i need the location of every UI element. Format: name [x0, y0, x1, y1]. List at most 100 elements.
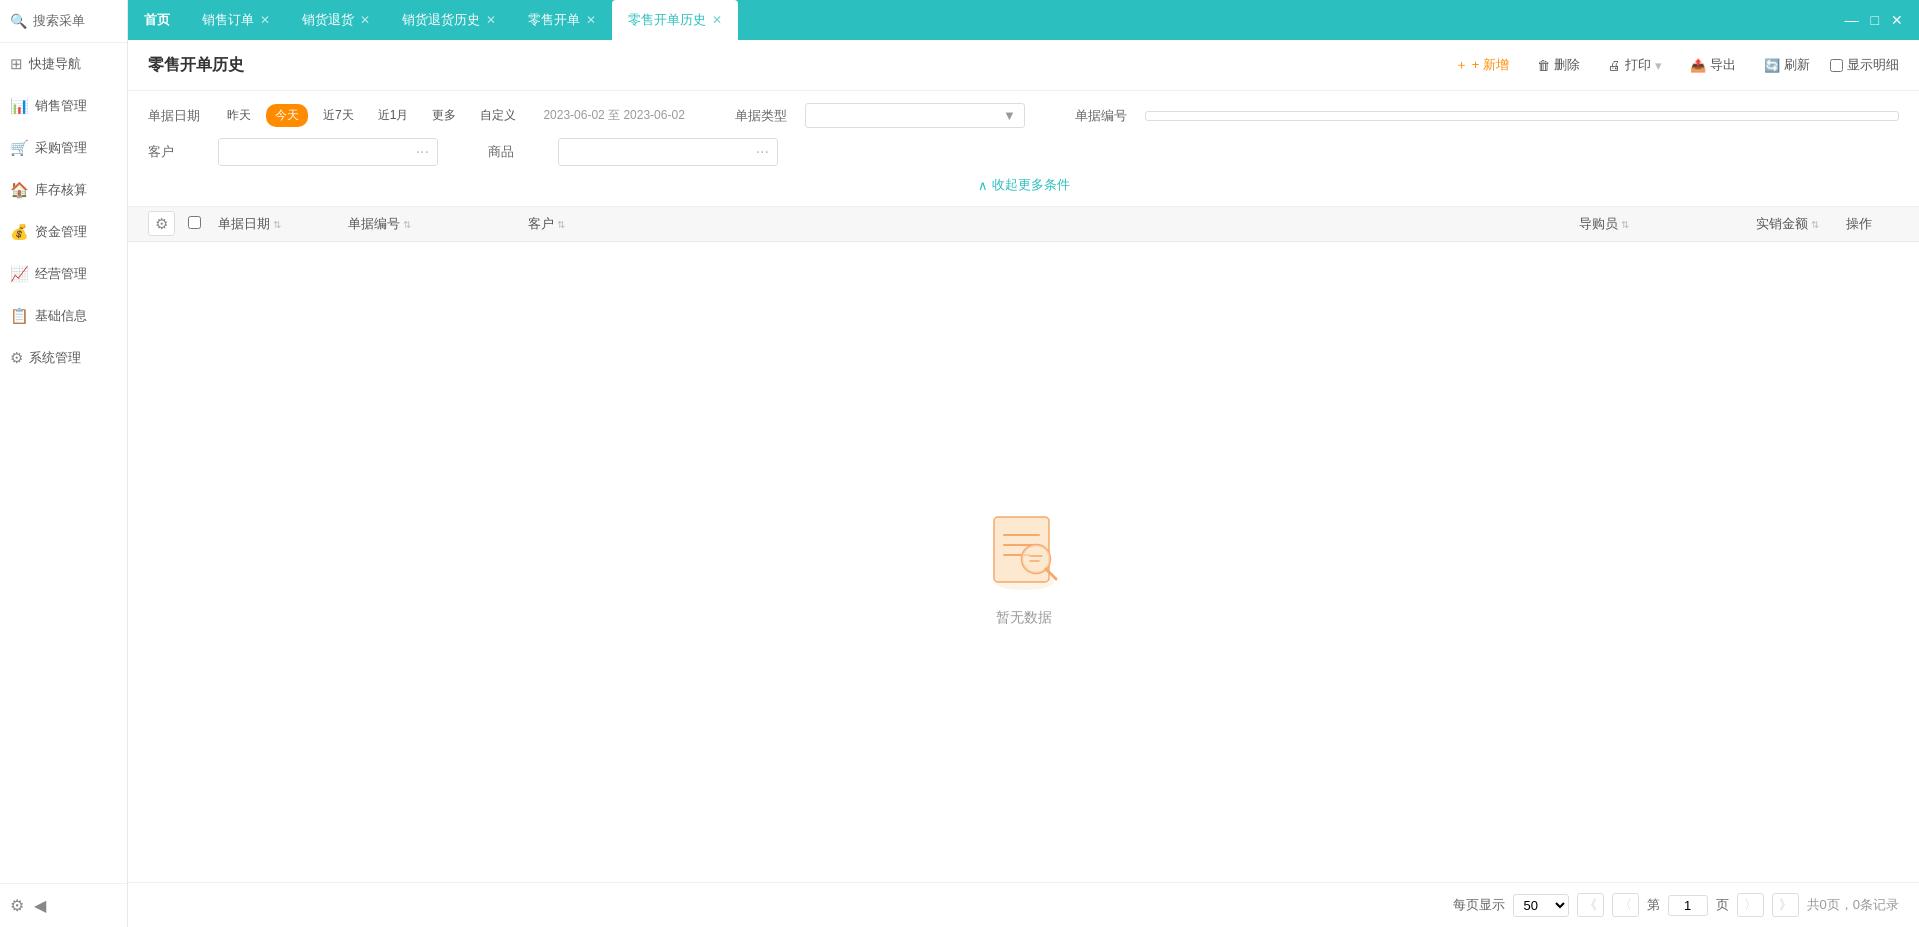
sidebar-item-label: 采购管理	[35, 139, 87, 157]
date-range-display: 2023-06-02 至 2023-06-02	[543, 107, 684, 124]
table-settings-col: ⚙	[148, 215, 188, 233]
date-btn-7days[interactable]: 近7天	[314, 104, 363, 127]
date-btn-more[interactable]: 更多	[423, 104, 465, 127]
search-icon: 🔍	[10, 13, 27, 29]
table-header: ⚙ 单据日期 ⇅ 单据编号 ⇅ 客户 ⇅ 导购员	[128, 207, 1919, 242]
tab-retail-open-close[interactable]: ✕	[586, 13, 596, 27]
tab-sales-order[interactable]: 销售订单 ✕	[186, 0, 286, 40]
page-number-input[interactable]	[1668, 895, 1708, 916]
table-body: 暂无数据	[128, 242, 1919, 882]
tab-home-label: 首页	[144, 11, 170, 29]
type-filter-select[interactable]: ▼	[805, 103, 1025, 128]
page-title: 零售开单历史	[148, 55, 244, 76]
col-header-customer[interactable]: 客户 ⇅	[528, 215, 1579, 233]
sidebar-collapse-btn[interactable]: ◀	[34, 896, 46, 915]
select-all-checkbox[interactable]	[188, 216, 201, 229]
sidebar-item-label: 基础信息	[35, 307, 87, 325]
page-prefix-label: 第	[1647, 896, 1660, 914]
customer-filter-input[interactable]: ···	[218, 138, 438, 166]
table-settings-btn[interactable]: ⚙	[148, 211, 175, 236]
tab-retail-open-history-label: 零售开单历史	[628, 11, 706, 29]
finance-icon: 💰	[10, 223, 29, 241]
content-area: 零售开单历史 ＋ + 新增 🗑 删除 🖨 打印 ▾ 📤 导出	[128, 40, 1919, 927]
sidebar-item-quick-nav[interactable]: ⊞ 快捷导航	[0, 43, 127, 85]
date-btn-1month[interactable]: 近1月	[369, 104, 418, 127]
col-header-date[interactable]: 单据日期 ⇅	[218, 215, 348, 233]
type-filter-label: 单据类型	[735, 107, 795, 125]
customer-dots-btn[interactable]: ···	[416, 143, 429, 161]
system-mgmt-icon: ⚙	[10, 349, 23, 367]
last-page-btn[interactable]: 》	[1772, 893, 1799, 917]
purchase-mgmt-icon: 🛒	[10, 139, 29, 157]
date-btn-today[interactable]: 今天	[266, 104, 308, 127]
tab-sales-order-label: 销售订单	[202, 11, 254, 29]
restore-btn[interactable]: □	[1871, 12, 1879, 28]
prev-page-btn[interactable]: 〈	[1612, 893, 1639, 917]
quick-nav-icon: ⊞	[10, 55, 23, 73]
goods-filter-input[interactable]: ···	[558, 138, 778, 166]
sidebar-item-base-info[interactable]: 📋 基础信息	[0, 295, 127, 337]
date-filter-label: 单据日期	[148, 107, 208, 125]
col-header-amount[interactable]: 实销金额 ⇅	[1699, 215, 1819, 233]
sidebar-item-purchase-mgmt[interactable]: 🛒 采购管理	[0, 127, 127, 169]
page-suffix-label: 页	[1716, 896, 1729, 914]
refresh-button[interactable]: 🔄 刷新	[1756, 52, 1818, 78]
sidebar-item-inventory[interactable]: 🏠 库存核算	[0, 169, 127, 211]
col-date-label: 单据日期	[218, 215, 270, 233]
col-ops-label: 操作	[1846, 216, 1872, 231]
sidebar-item-label: 库存核算	[35, 181, 87, 199]
filter-area: 单据日期 昨天 今天 近7天 近1月 更多 自定义 2023-06-02 至 2…	[128, 91, 1919, 207]
col-salesperson-sort: ⇅	[1621, 219, 1629, 230]
delete-button[interactable]: 🗑 删除	[1529, 52, 1588, 78]
tab-sales-order-close[interactable]: ✕	[260, 13, 270, 27]
collapse-icon: ∧	[978, 178, 988, 193]
sidebar-item-system-mgmt[interactable]: ⚙ 系统管理	[0, 337, 127, 379]
sales-mgmt-icon: 📊	[10, 97, 29, 115]
tab-sales-return[interactable]: 销货退货 ✕	[286, 0, 386, 40]
sidebar-item-sales-mgmt[interactable]: 📊 销售管理	[0, 85, 127, 127]
date-btn-custom[interactable]: 自定义	[471, 104, 525, 127]
date-btn-yesterday[interactable]: 昨天	[218, 104, 260, 127]
type-filter-arrow: ▼	[1003, 108, 1016, 123]
doc-no-filter-input[interactable]	[1145, 111, 1899, 121]
show-detail-input[interactable]	[1830, 59, 1843, 72]
collapse-label: 收起更多条件	[992, 176, 1070, 194]
tab-sales-return-history[interactable]: 销货退货历史 ✕	[386, 0, 512, 40]
show-detail-checkbox[interactable]: 显示明细	[1830, 56, 1899, 74]
tab-sales-return-history-label: 销货退货历史	[402, 11, 480, 29]
close-btn[interactable]: ✕	[1891, 12, 1903, 28]
next-page-btn[interactable]: 〉	[1737, 893, 1764, 917]
table-select-all-col	[188, 216, 218, 232]
tab-home[interactable]: 首页	[128, 0, 186, 40]
print-label: 打印	[1625, 56, 1651, 74]
print-arrow: ▾	[1655, 58, 1662, 73]
export-label: 导出	[1710, 56, 1736, 74]
sidebar-item-finance[interactable]: 💰 资金管理	[0, 211, 127, 253]
sidebar-item-operations[interactable]: 📈 经营管理	[0, 253, 127, 295]
col-header-ops: 操作	[1819, 215, 1899, 233]
tab-sales-return-history-close[interactable]: ✕	[486, 13, 496, 27]
total-info: 共0页，0条记录	[1807, 896, 1899, 914]
show-detail-label: 显示明细	[1847, 56, 1899, 74]
per-page-select[interactable]: 50 20 100 200	[1513, 894, 1569, 917]
col-header-salesperson[interactable]: 导购员 ⇅	[1579, 215, 1699, 233]
filter-row-2: 客户 ··· 商品 ···	[148, 138, 1899, 166]
col-header-no[interactable]: 单据编号 ⇅	[348, 215, 528, 233]
tab-retail-open-history[interactable]: 零售开单历史 ✕	[612, 0, 738, 40]
print-button[interactable]: 🖨 打印 ▾	[1600, 52, 1670, 78]
filter-collapse-btn[interactable]: ∧ 收起更多条件	[148, 176, 1899, 194]
tab-retail-open-history-close[interactable]: ✕	[712, 13, 722, 27]
first-page-btn[interactable]: 《	[1577, 893, 1604, 917]
print-icon: 🖨	[1608, 58, 1621, 73]
export-button[interactable]: 📤 导出	[1682, 52, 1744, 78]
minimize-btn[interactable]: —	[1845, 12, 1859, 28]
add-button[interactable]: ＋ + 新增	[1447, 52, 1517, 78]
col-salesperson-label: 导购员	[1579, 215, 1618, 233]
tab-sales-return-close[interactable]: ✕	[360, 13, 370, 27]
tab-retail-open[interactable]: 零售开单 ✕	[512, 0, 612, 40]
sidebar-settings-btn[interactable]: ⚙	[10, 896, 24, 915]
sidebar-search[interactable]: 🔍 搜索采单	[0, 0, 127, 43]
page-actions: ＋ + 新增 🗑 删除 🖨 打印 ▾ 📤 导出 🔄	[1447, 52, 1899, 78]
goods-dots-btn[interactable]: ···	[756, 143, 769, 161]
export-icon: 📤	[1690, 58, 1706, 73]
